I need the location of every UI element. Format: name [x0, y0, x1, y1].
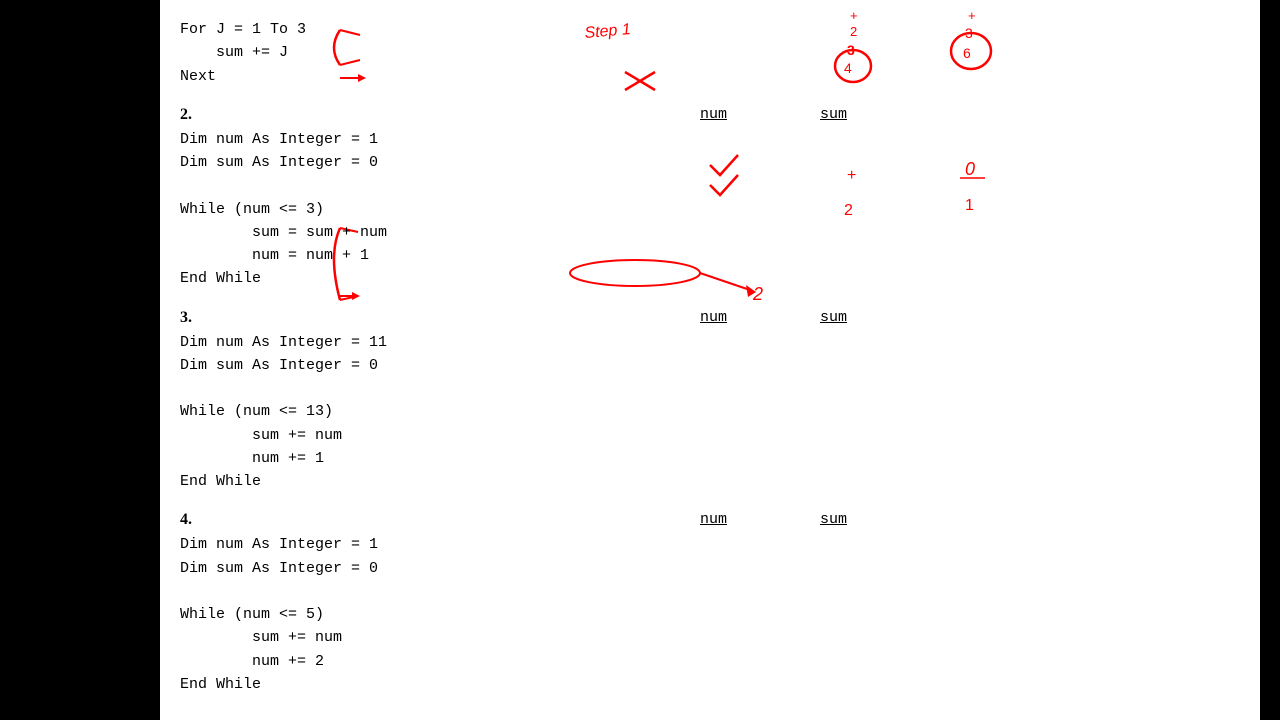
s3-line3: While (num <= 13) [180, 403, 333, 420]
top-section: For J = 1 To 3 sum += J Next [180, 18, 1240, 88]
section-3: num sum 3. Dim num As Integer = 11 Dim s… [180, 309, 1240, 494]
s2-line1: Dim num As Integer = 1 [180, 131, 378, 148]
s2-code: Dim num As Integer = 1 Dim sum As Intege… [180, 128, 1240, 291]
s4-sum-header: sum [820, 511, 847, 528]
s3-line5: num += 1 [216, 450, 324, 467]
s3-line4: sum += num [216, 427, 342, 444]
s3-code: Dim num As Integer = 11 Dim sum As Integ… [180, 331, 1240, 494]
s3-num-header: num [700, 309, 727, 326]
s2-num-header: num [700, 106, 727, 123]
s2-line3: While (num <= 3) [180, 201, 324, 218]
s2-line5: num = num + 1 [216, 247, 369, 264]
s4-line1: Dim num As Integer = 1 [180, 536, 378, 553]
s4-line2: Dim sum As Integer = 0 [180, 560, 378, 577]
s3-line1: Dim num As Integer = 11 [180, 334, 387, 351]
s2-line6: End While [180, 270, 261, 287]
s4-line3: While (num <= 5) [180, 606, 324, 623]
s2-sum-header: sum [820, 106, 847, 123]
main-content: Step 1 + 2 3 4 + 3 6 [160, 0, 1260, 720]
s3-line6: End While [180, 473, 261, 490]
s4-line6: End While [180, 676, 261, 693]
section-4: num sum 4. Dim num As Integer = 1 Dim su… [180, 511, 1240, 696]
s2-line4: sum = sum + num [216, 224, 387, 241]
s4-code: Dim num As Integer = 1 Dim sum As Intege… [180, 533, 1240, 696]
section-2: num sum 2. Dim num As Integer = 1 Dim su… [180, 106, 1240, 291]
s3-line2: Dim sum As Integer = 0 [180, 357, 378, 374]
s4-line4: sum += num [216, 629, 342, 646]
s3-sum-header: sum [820, 309, 847, 326]
s4-line5: num += 2 [216, 653, 324, 670]
s4-num-header: num [700, 511, 727, 528]
top-code: For J = 1 To 3 sum += J Next [180, 18, 1240, 88]
right-black-bar [1260, 0, 1280, 720]
s2-line2: Dim sum As Integer = 0 [180, 154, 378, 171]
left-black-bar [0, 0, 160, 720]
